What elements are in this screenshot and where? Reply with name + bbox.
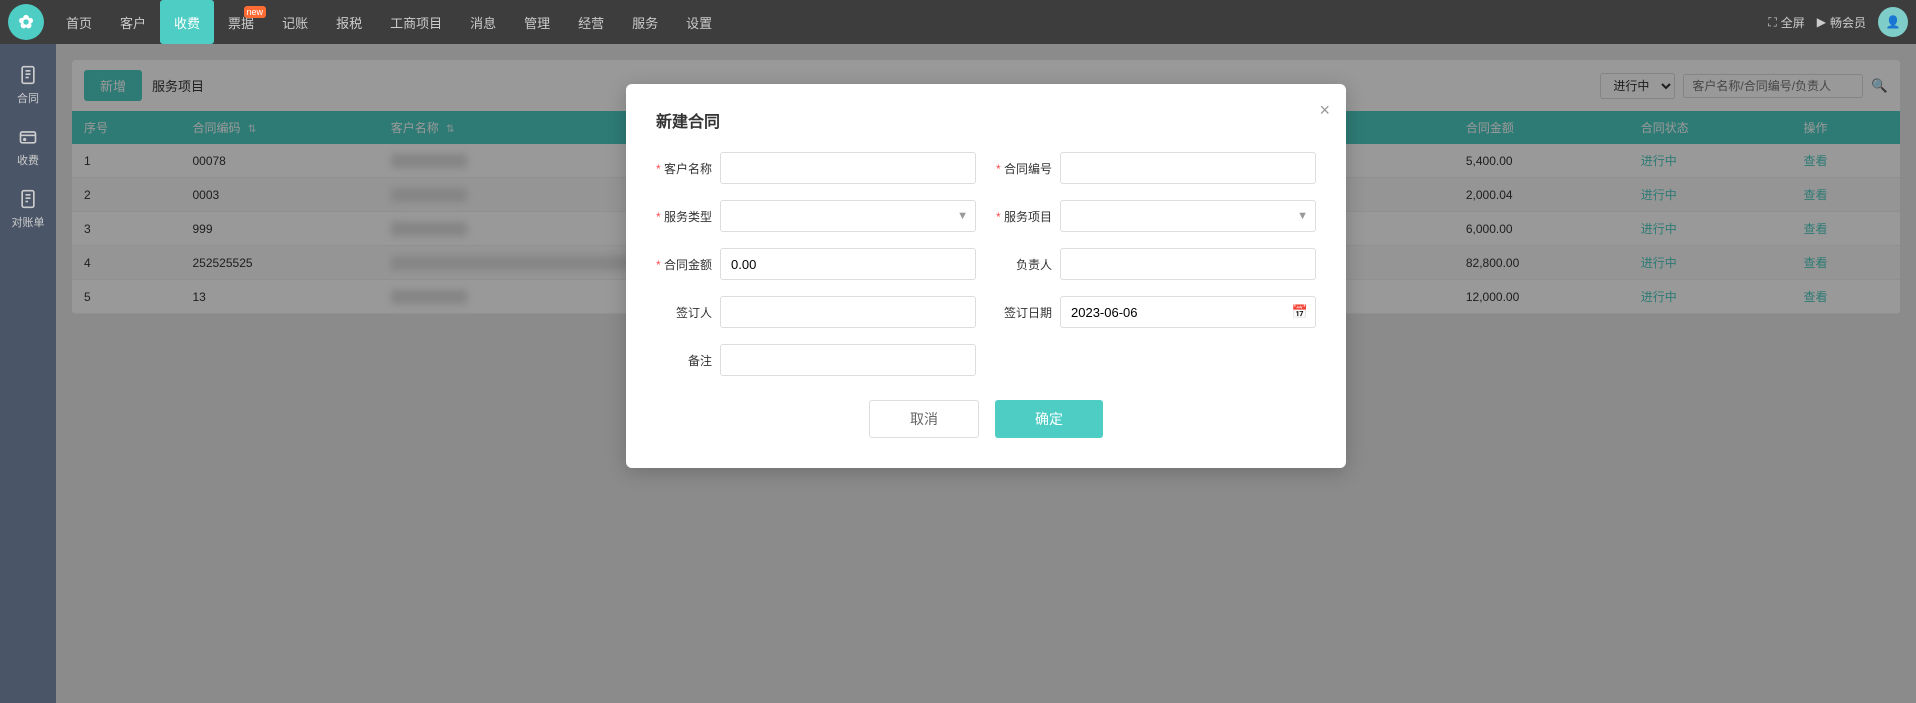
form-group-service-type: 服务类型 ▼ (656, 200, 976, 232)
form-group-amount: 合同金额 (656, 248, 976, 280)
contract-amount-label: 合同金额 (656, 256, 712, 273)
nav-operation[interactable]: 经营 (564, 0, 618, 44)
confirm-button[interactable]: 确定 (995, 400, 1103, 438)
form-row-3: 合同金额 负责人 (656, 248, 1316, 280)
service-item-label: 服务项目 (996, 208, 1052, 225)
nav-invoice[interactable]: 票据 new (214, 0, 268, 44)
nav-right-actions: ⛶ 全屏 ▶ 畅会员 👤 (1768, 7, 1908, 37)
form-row-1: 客户名称 合同编号 (656, 152, 1316, 184)
sidebar-contract-label: 合同 (17, 90, 39, 106)
form-group-signer: 签订人 (656, 296, 976, 328)
member-button[interactable]: ▶ 畅会员 (1817, 14, 1866, 31)
main-layout: 合同 收费 对账单 新增 服务项目 进行中 已完成 (0, 44, 1916, 703)
nav-service[interactable]: 服务 (618, 0, 672, 44)
sidebar-statement-label: 对账单 (12, 214, 45, 230)
form-group-service-item: 服务项目 ▼ (996, 200, 1316, 232)
contract-no-input[interactable] (1060, 152, 1316, 184)
contract-icon (17, 64, 39, 86)
statement-icon (17, 188, 39, 210)
form-row-5: 备注 (656, 344, 1316, 376)
nav-message[interactable]: 消息 (456, 0, 510, 44)
responsible-label: 负责人 (996, 256, 1052, 273)
customer-name-label: 客户名称 (656, 160, 712, 177)
form-group-customer: 客户名称 (656, 152, 976, 184)
nav-billing[interactable]: 收费 (160, 0, 214, 44)
avatar-icon: 👤 (1886, 15, 1901, 29)
modal-overlay[interactable]: 新建合同 × 客户名称 合同编号 服务类型 (56, 44, 1916, 703)
app-logo: ✿ (8, 4, 44, 40)
sidebar-item-billing[interactable]: 收费 (0, 116, 56, 178)
new-contract-modal: 新建合同 × 客户名称 合同编号 服务类型 (626, 84, 1346, 468)
form-group-responsible: 负责人 (996, 248, 1316, 280)
modal-close-button[interactable]: × (1319, 100, 1330, 121)
calendar-icon[interactable]: 📅 (1292, 304, 1308, 320)
contract-no-label: 合同编号 (996, 160, 1052, 177)
signer-input[interactable] (720, 296, 976, 328)
nav-manage[interactable]: 管理 (510, 0, 564, 44)
nav-business[interactable]: 工商项目 (376, 0, 456, 44)
sign-date-label: 签订日期 (996, 304, 1052, 321)
sidebar: 合同 收费 对账单 (0, 44, 56, 703)
sidebar-billing-label: 收费 (17, 152, 39, 168)
avatar[interactable]: 👤 (1878, 7, 1908, 37)
nav-settings[interactable]: 设置 (672, 0, 726, 44)
nav-bookkeeping[interactable]: 记账 (268, 0, 322, 44)
fullscreen-icon: ⛶ (1768, 15, 1776, 30)
nav-menu: 首页 客户 收费 票据 new 记账 报税 工商项目 消息 管理 经营 服务 设… (52, 0, 1768, 44)
service-type-form-label: 服务类型 (656, 208, 712, 225)
nav-customer[interactable]: 客户 (106, 0, 160, 44)
form-row-2: 服务类型 ▼ 服务项目 ▼ (656, 200, 1316, 232)
sidebar-item-statement[interactable]: 对账单 (0, 178, 56, 240)
sign-date-input[interactable] (1060, 296, 1316, 328)
modal-title: 新建合同 (656, 108, 1316, 132)
signer-label: 签订人 (656, 304, 712, 321)
logo-symbol: ✿ (18, 12, 33, 33)
date-wrapper: 📅 (1060, 296, 1316, 328)
form-group-contract-no: 合同编号 (996, 152, 1316, 184)
new-badge: new (244, 6, 267, 18)
form-group-notes: 备注 (656, 344, 976, 376)
sidebar-item-contract[interactable]: 合同 (0, 54, 56, 116)
nav-home[interactable]: 首页 (52, 0, 106, 44)
responsible-input[interactable] (1060, 248, 1316, 280)
content-area: 新增 服务项目 进行中 已完成 已终止 🔍 (56, 44, 1916, 703)
notes-label: 备注 (656, 352, 712, 369)
service-type-select[interactable] (720, 200, 976, 232)
contract-amount-input[interactable] (720, 248, 976, 280)
cancel-button[interactable]: 取消 (869, 400, 979, 438)
service-item-select[interactable] (1060, 200, 1316, 232)
notes-input[interactable] (720, 344, 976, 376)
form-row-4: 签订人 签订日期 📅 (656, 296, 1316, 328)
billing-icon (17, 126, 39, 148)
service-type-wrapper: ▼ (720, 200, 976, 232)
service-item-wrapper: ▼ (1060, 200, 1316, 232)
modal-footer: 取消 确定 (656, 400, 1316, 438)
fullscreen-button[interactable]: ⛶ 全屏 (1768, 14, 1804, 31)
form-group-sign-date: 签订日期 📅 (996, 296, 1316, 328)
top-navigation: ✿ 首页 客户 收费 票据 new 记账 报税 工商项目 消息 管理 经营 服务… (0, 0, 1916, 44)
nav-tax[interactable]: 报税 (322, 0, 376, 44)
play-icon: ▶ (1817, 15, 1826, 29)
customer-name-input[interactable] (720, 152, 976, 184)
